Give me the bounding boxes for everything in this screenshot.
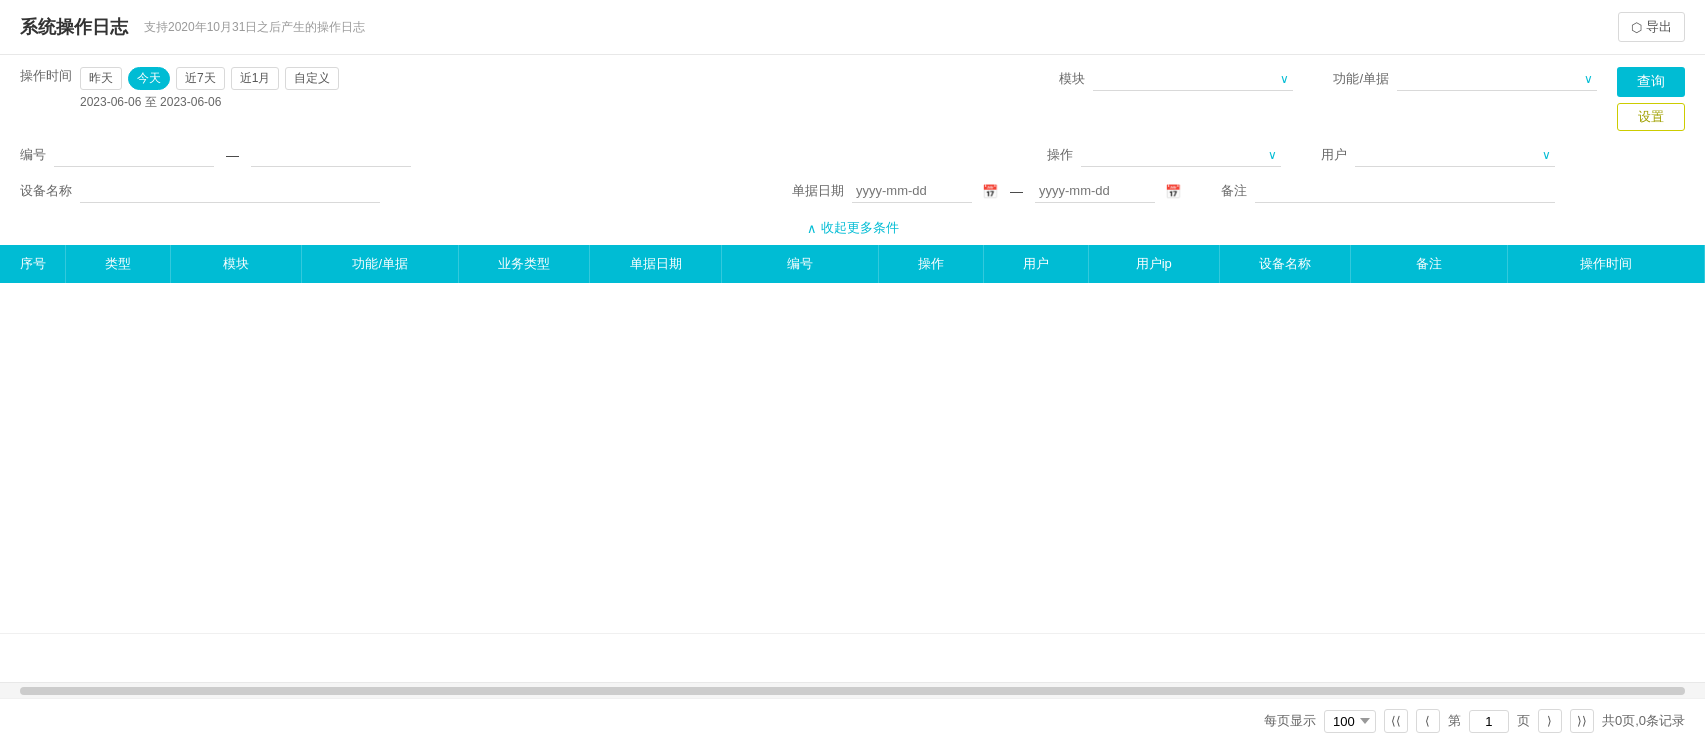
col-optime: 操作时间 xyxy=(1508,245,1705,283)
col-biztype: 业务类型 xyxy=(459,245,590,283)
number-dash: — xyxy=(226,148,239,163)
module-select-wrapper: ∨ xyxy=(1093,67,1293,91)
next-page-button[interactable]: ⟩ xyxy=(1538,709,1562,733)
filter-section: 操作时间 昨天 今天 近7天 近1月 自定义 2023-06-06 至 2023… xyxy=(0,55,1705,245)
empty-cell xyxy=(0,283,1705,633)
number-label: 编号 xyxy=(20,146,46,164)
first-page-button[interactable]: ⟨⟨ xyxy=(1384,709,1408,733)
time-btn-7days[interactable]: 近7天 xyxy=(176,67,225,90)
col-operation: 操作 xyxy=(878,245,983,283)
scrollbar-thumb[interactable] xyxy=(20,687,1685,695)
settings-button[interactable]: 设置 xyxy=(1617,103,1685,131)
col-userip: 用户ip xyxy=(1088,245,1219,283)
time-label: 操作时间 xyxy=(20,67,72,85)
collapse-up-icon: ∧ xyxy=(807,221,817,236)
device-label: 设备名称 xyxy=(20,182,72,200)
col-number: 编号 xyxy=(721,245,878,283)
number-end-input[interactable] xyxy=(251,143,411,167)
page-title: 系统操作日志 xyxy=(20,15,128,39)
user-label: 用户 xyxy=(1321,146,1347,164)
module-filter: 模块 ∨ xyxy=(1059,67,1293,91)
table-body xyxy=(0,283,1705,633)
empty-row xyxy=(0,283,1705,633)
user-select-wrapper: ∨ xyxy=(1355,143,1555,167)
col-function: 功能/单据 xyxy=(302,245,459,283)
operation-select-wrapper: ∨ xyxy=(1081,143,1281,167)
time-filter: 操作时间 昨天 今天 近7天 近1月 自定义 2023-06-06 至 2023… xyxy=(20,67,339,111)
time-btn-custom[interactable]: 自定义 xyxy=(285,67,339,90)
module-label: 模块 xyxy=(1059,70,1085,88)
time-filter-group: 昨天 今天 近7天 近1月 自定义 2023-06-06 至 2023-06-0… xyxy=(80,67,339,111)
filter-row-2: 编号 — 操作 ∨ 用户 ∨ xyxy=(20,143,1685,167)
col-index: 序号 xyxy=(0,245,66,283)
docdate-end-input[interactable] xyxy=(1035,179,1155,203)
docdate-dash: — xyxy=(1010,184,1023,199)
device-input[interactable] xyxy=(80,179,380,203)
time-range-display: 2023-06-06 至 2023-06-06 xyxy=(80,94,339,111)
query-button[interactable]: 查询 xyxy=(1617,67,1685,97)
col-device: 设备名称 xyxy=(1219,245,1350,283)
page-label: 第 xyxy=(1448,712,1461,730)
user-filter: 用户 ∨ xyxy=(1321,143,1555,167)
function-filter: 功能/单据 ∨ xyxy=(1333,67,1597,91)
col-user: 用户 xyxy=(983,245,1088,283)
page-subtitle: 支持2020年10月31日之后产生的操作日志 xyxy=(144,19,365,36)
page-unit: 页 xyxy=(1517,712,1530,730)
number-start-input[interactable] xyxy=(54,143,214,167)
page-number-input[interactable]: 1 xyxy=(1469,710,1509,733)
time-btn-1month[interactable]: 近1月 xyxy=(231,67,280,90)
collapse-row: ∧ 收起更多条件 xyxy=(20,215,1685,245)
remark-input[interactable] xyxy=(1255,179,1555,203)
col-module: 模块 xyxy=(170,245,301,283)
pagination: 每页显示 100 10 20 50 200 ⟨⟨ ⟨ 第 1 页 ⟩ ⟩⟩ 共0… xyxy=(0,698,1705,743)
time-buttons: 昨天 今天 近7天 近1月 自定义 xyxy=(80,67,339,90)
horizontal-scrollbar[interactable] xyxy=(0,682,1705,698)
table-header-row: 序号 类型 模块 功能/单据 业务类型 单据日期 编号 操作 用户 用户ip 设… xyxy=(0,245,1705,283)
user-select[interactable] xyxy=(1355,143,1555,167)
collapse-button[interactable]: ∧ 收起更多条件 xyxy=(807,219,899,237)
device-filter: 设备名称 xyxy=(20,179,380,203)
export-button[interactable]: ⬡ 导出 xyxy=(1618,12,1685,42)
calendar-end-icon[interactable]: 📅 xyxy=(1165,184,1181,199)
function-select-wrapper: ∨ xyxy=(1397,67,1597,91)
docdate-start-input[interactable] xyxy=(852,179,972,203)
page-header: 系统操作日志 支持2020年10月31日之后产生的操作日志 ⬡ 导出 xyxy=(0,0,1705,55)
export-icon: ⬡ xyxy=(1631,20,1642,35)
function-select[interactable] xyxy=(1397,67,1597,91)
filter-row-1: 操作时间 昨天 今天 近7天 近1月 自定义 2023-06-06 至 2023… xyxy=(20,67,1685,131)
header-actions: ⬡ 导出 xyxy=(1618,12,1685,42)
col-remark: 备注 xyxy=(1350,245,1507,283)
per-page-label: 每页显示 xyxy=(1264,712,1316,730)
time-btn-today[interactable]: 今天 xyxy=(128,67,170,90)
col-docdate: 单据日期 xyxy=(590,245,721,283)
module-select[interactable] xyxy=(1093,67,1293,91)
calendar-start-icon[interactable]: 📅 xyxy=(982,184,998,199)
action-buttons: 查询 设置 xyxy=(1617,67,1685,131)
filter-row-3: 设备名称 单据日期 📅 — 📅 备注 xyxy=(20,179,1685,203)
total-label: 共0页,0条记录 xyxy=(1602,712,1685,730)
collapse-label: 收起更多条件 xyxy=(821,219,899,237)
time-btn-yesterday[interactable]: 昨天 xyxy=(80,67,122,90)
last-page-button[interactable]: ⟩⟩ xyxy=(1570,709,1594,733)
operation-filter: 操作 ∨ xyxy=(1047,143,1281,167)
col-type: 类型 xyxy=(66,245,171,283)
docdate-label: 单据日期 xyxy=(792,182,844,200)
operation-label: 操作 xyxy=(1047,146,1073,164)
table-wrapper: 序号 类型 模块 功能/单据 业务类型 单据日期 编号 操作 用户 用户ip 设… xyxy=(0,245,1705,682)
data-table: 序号 类型 模块 功能/单据 业务类型 单据日期 编号 操作 用户 用户ip 设… xyxy=(0,245,1705,634)
operation-select[interactable] xyxy=(1081,143,1281,167)
remark-label: 备注 xyxy=(1221,182,1247,200)
function-label: 功能/单据 xyxy=(1333,70,1389,88)
per-page-select[interactable]: 100 10 20 50 200 xyxy=(1324,710,1376,733)
prev-page-button[interactable]: ⟨ xyxy=(1416,709,1440,733)
table-header: 序号 类型 模块 功能/单据 业务类型 单据日期 编号 操作 用户 用户ip 设… xyxy=(0,245,1705,283)
number-filter: 编号 — xyxy=(20,143,411,167)
docdate-filter: 单据日期 📅 — 📅 xyxy=(792,179,1181,203)
remark-filter: 备注 xyxy=(1221,179,1555,203)
